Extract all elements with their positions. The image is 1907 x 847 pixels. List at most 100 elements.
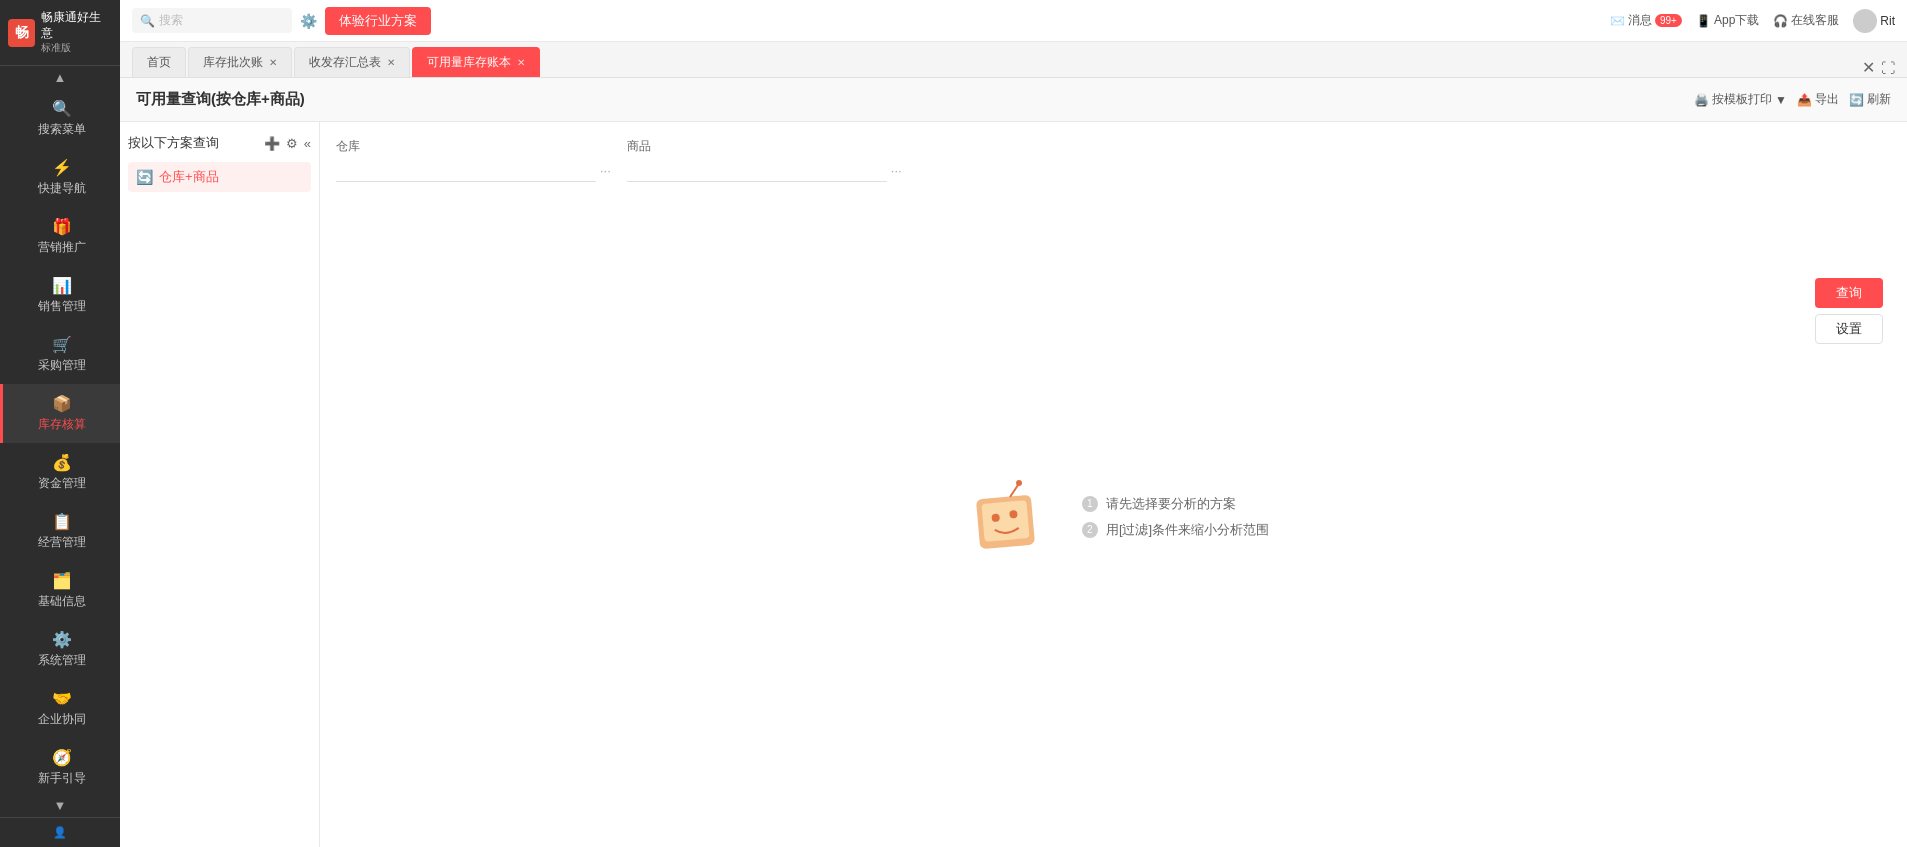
user-info[interactable]: Rit	[1853, 9, 1895, 33]
app-subtitle: 标准版	[41, 41, 112, 55]
filter-panel: 按以下方案查询 ➕ ⚙ « 🔄 仓库+商品	[120, 122, 320, 847]
system-icon: ⚙️	[52, 630, 72, 649]
print-dropdown-icon[interactable]: ▼	[1775, 93, 1787, 107]
refresh-icon: 🔄	[1849, 93, 1864, 107]
warehouse-more-btn[interactable]: ···	[600, 163, 611, 178]
svg-point-5	[1016, 480, 1022, 486]
empty-illustration	[958, 467, 1058, 567]
empty-hint-2: 2 用[过滤]条件来缩小分析范围	[1082, 521, 1269, 539]
topbar-right: ✉️ 消息 99+ 📱 App下载 🎧 在线客服 Rit	[1610, 9, 1895, 33]
page-actions: 🖨️ 按模板打印 ▼ 📤 导出 🔄 刷新	[1694, 91, 1891, 108]
search-icon-topbar: 🔍	[140, 14, 155, 28]
sidebar-item-sales[interactable]: 📊 销售管理	[0, 266, 120, 325]
basic-icon: 🗂️	[52, 571, 72, 590]
topbar: 🔍 搜索 ⚙️ 体验行业方案 ✉️ 消息 99+ 📱 App下载 🎧 在线客服 …	[120, 0, 1907, 42]
filter-scheme-item[interactable]: 🔄 仓库+商品	[128, 162, 311, 192]
filter-actions: ➕ ⚙ «	[264, 136, 311, 151]
query-submit-btn[interactable]: 查询	[1815, 278, 1883, 308]
scroll-up-arrow[interactable]: ▲	[0, 66, 120, 89]
tab-collect-summary[interactable]: 收发存汇总表 ✕	[294, 47, 410, 77]
goods-more-btn[interactable]: ···	[891, 163, 902, 178]
search-icon: 🔍	[52, 99, 72, 118]
enterprise-icon: 🤝	[52, 689, 72, 708]
tab-close-batch[interactable]: ✕	[269, 57, 277, 68]
avatar-icon: 👤	[53, 826, 67, 839]
message-btn[interactable]: ✉️ 消息 99+	[1610, 12, 1682, 29]
sidebar-item-inventory[interactable]: 📦 库存核算	[0, 384, 120, 443]
sidebar-item-purchase[interactable]: 🛒 采购管理	[0, 325, 120, 384]
hint-num-1: 1	[1082, 496, 1098, 512]
sidebar-item-system[interactable]: ⚙️ 系统管理	[0, 620, 120, 679]
export-icon: 📤	[1797, 93, 1812, 107]
message-icon: ✉️	[1610, 14, 1625, 28]
warehouse-label: 仓库	[336, 138, 611, 155]
add-scheme-btn[interactable]: ➕	[264, 136, 280, 151]
empty-hints: 1 请先选择要分析的方案 2 用[过滤]条件来缩小分析范围	[1082, 495, 1269, 539]
tab-close-all-btn[interactable]: ✕	[1862, 58, 1875, 77]
headset-icon: 🎧	[1773, 14, 1788, 28]
main-area: 🔍 搜索 ⚙️ 体验行业方案 ✉️ 消息 99+ 📱 App下载 🎧 在线客服 …	[120, 0, 1907, 847]
purchase-icon: 🛒	[52, 335, 72, 354]
svg-line-4	[1010, 485, 1018, 497]
app-title: 畅康通好生意	[41, 10, 112, 41]
empty-svg	[958, 467, 1058, 567]
finance-icon: 💰	[52, 453, 72, 472]
sidebar-item-operations[interactable]: 📋 经营管理	[0, 502, 120, 561]
sidebar-item-marketing[interactable]: 🎁 营销推广	[0, 207, 120, 266]
user-avatar	[1853, 9, 1877, 33]
filter-title: 按以下方案查询	[128, 134, 219, 152]
online-service-btn[interactable]: 🎧 在线客服	[1773, 12, 1839, 29]
refresh-btn[interactable]: 🔄 刷新	[1849, 91, 1891, 108]
query-panel: 仓库 ··· 商品 ···	[320, 122, 1907, 847]
sidebar-item-finance[interactable]: 💰 资金管理	[0, 443, 120, 502]
username: Rit	[1880, 14, 1895, 28]
operations-icon: 📋	[52, 512, 72, 531]
content-area: 按以下方案查询 ➕ ⚙ « 🔄 仓库+商品 仓库 ···	[120, 122, 1907, 847]
sidebar-nav: 🔍 搜索菜单 ⚡ 快捷导航 🎁 营销推广 📊 销售管理 🛒 采购管理 📦 库存核…	[0, 89, 120, 794]
goods-field: 商品 ···	[627, 138, 902, 182]
topbar-settings-icon[interactable]: ⚙️	[300, 13, 317, 29]
filter-header: 按以下方案查询 ➕ ⚙ «	[128, 134, 311, 152]
sidebar-item-shortcut[interactable]: ⚡ 快捷导航	[0, 148, 120, 207]
tab-expand-btn[interactable]: ⛶	[1881, 60, 1895, 76]
app-download-btn[interactable]: 📱 App下载	[1696, 12, 1759, 29]
collapse-filter-btn[interactable]: «	[304, 136, 311, 151]
warehouse-field: 仓库 ···	[336, 138, 611, 182]
tab-batch-account[interactable]: 库存批次账 ✕	[188, 47, 292, 77]
goods-label: 商品	[627, 138, 902, 155]
page-header: 可用量查询(按仓库+商品) 🖨️ 按模板打印 ▼ 📤 导出 🔄 刷新	[120, 78, 1907, 122]
tabs-right-actions: ✕ ⛶	[1862, 58, 1895, 77]
svg-rect-1	[981, 500, 1029, 542]
page-title: 可用量查询(按仓库+商品)	[136, 90, 1694, 109]
sidebar-header: 畅 畅康通好生意 标准版	[0, 0, 120, 66]
print-icon: 🖨️	[1694, 93, 1709, 107]
tab-home[interactable]: 首页	[132, 47, 186, 77]
sidebar-footer[interactable]: 👤	[0, 817, 120, 847]
topbar-search[interactable]: 🔍 搜索	[132, 8, 292, 33]
hint-num-2: 2	[1082, 522, 1098, 538]
marketing-icon: 🎁	[52, 217, 72, 236]
shortcut-icon: ⚡	[52, 158, 72, 177]
sidebar-item-basic[interactable]: 🗂️ 基础信息	[0, 561, 120, 620]
empty-state: 1 请先选择要分析的方案 2 用[过滤]条件来缩小分析范围	[336, 202, 1891, 831]
scroll-down-arrow[interactable]: ▼	[0, 794, 120, 817]
goods-input[interactable]	[627, 159, 887, 182]
tab-available-stock[interactable]: 可用量库存账本 ✕	[412, 47, 540, 77]
tab-close-available[interactable]: ✕	[517, 57, 525, 68]
tab-bar: 首页 库存批次账 ✕ 收发存汇总表 ✕ 可用量库存账本 ✕ ✕ ⛶	[120, 42, 1907, 78]
print-btn[interactable]: 🖨️ 按模板打印 ▼	[1694, 91, 1787, 108]
phone-icon: 📱	[1696, 14, 1711, 28]
sidebar-item-search[interactable]: 🔍 搜索菜单	[0, 89, 120, 148]
sidebar-item-enterprise[interactable]: 🤝 企业协同	[0, 679, 120, 738]
scheme-icon: 🔄	[136, 169, 153, 185]
settings-scheme-btn[interactable]: ⚙	[286, 136, 298, 151]
sidebar-item-guide[interactable]: 🧭 新手引导	[0, 738, 120, 794]
sales-icon: 📊	[52, 276, 72, 295]
tab-close-collect[interactable]: ✕	[387, 57, 395, 68]
query-settings-btn[interactable]: 设置	[1815, 314, 1883, 344]
export-btn[interactable]: 📤 导出	[1797, 91, 1839, 108]
warehouse-input[interactable]	[336, 159, 596, 182]
query-actions: 查询 设置	[1815, 278, 1883, 344]
trial-btn[interactable]: 体验行业方案	[325, 7, 431, 35]
query-fields: 仓库 ··· 商品 ···	[336, 138, 1891, 182]
